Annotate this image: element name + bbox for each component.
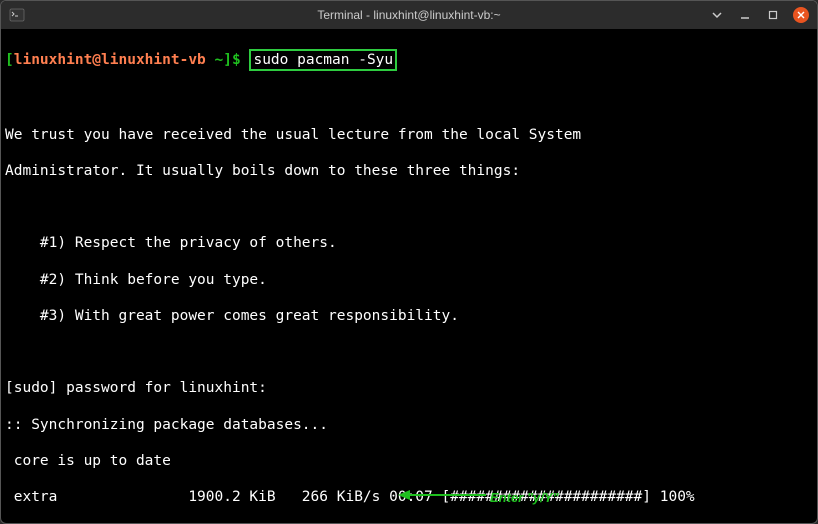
annotation: Enter "y/Y" bbox=[398, 488, 559, 507]
window-title: Terminal - linuxhint@linuxhint-vb:~ bbox=[317, 8, 500, 22]
output-line: [sudo] password for linuxhint: bbox=[5, 379, 813, 397]
close-button[interactable] bbox=[793, 7, 809, 23]
annotation-label: Enter "y/Y" bbox=[490, 490, 559, 505]
output-line: Administrator. It usually boils down to … bbox=[5, 162, 813, 180]
titlebar: Terminal - linuxhint@linuxhint-vb:~ bbox=[1, 1, 817, 29]
prompt-user-host: linuxhint@linuxhint-vb bbox=[14, 52, 206, 68]
terminal-body[interactable]: [linuxhint@linuxhint-vb ~]$ sudo pacman … bbox=[1, 29, 817, 523]
chevron-down-icon[interactable] bbox=[709, 7, 725, 23]
output-line: core is up to date bbox=[5, 452, 813, 470]
terminal-window: Terminal - linuxhint@linuxhint-vb:~ [lin… bbox=[0, 0, 818, 524]
terminal-icon bbox=[9, 7, 25, 23]
prompt-symbol: $ bbox=[232, 52, 241, 68]
prompt-line: [linuxhint@linuxhint-vb ~]$ sudo pacman … bbox=[5, 49, 813, 71]
prompt-bracket-close: ] bbox=[223, 52, 232, 68]
prompt-bracket-open: [ bbox=[5, 52, 14, 68]
output-line: We trust you have received the usual lec… bbox=[5, 126, 813, 144]
maximize-button[interactable] bbox=[765, 7, 781, 23]
command-highlight: sudo pacman -Syu bbox=[249, 49, 397, 71]
minimize-button[interactable] bbox=[737, 7, 753, 23]
output-line: #3) With great power comes great respons… bbox=[5, 307, 813, 325]
output-line: #2) Think before you type. bbox=[5, 271, 813, 289]
prompt-path: ~ bbox=[206, 52, 223, 68]
arrow-left-icon bbox=[398, 488, 488, 507]
command-text: sudo pacman -Syu bbox=[253, 52, 393, 68]
output-line: #1) Respect the privacy of others. bbox=[5, 234, 813, 252]
output-line: :: Synchronizing package databases... bbox=[5, 416, 813, 434]
